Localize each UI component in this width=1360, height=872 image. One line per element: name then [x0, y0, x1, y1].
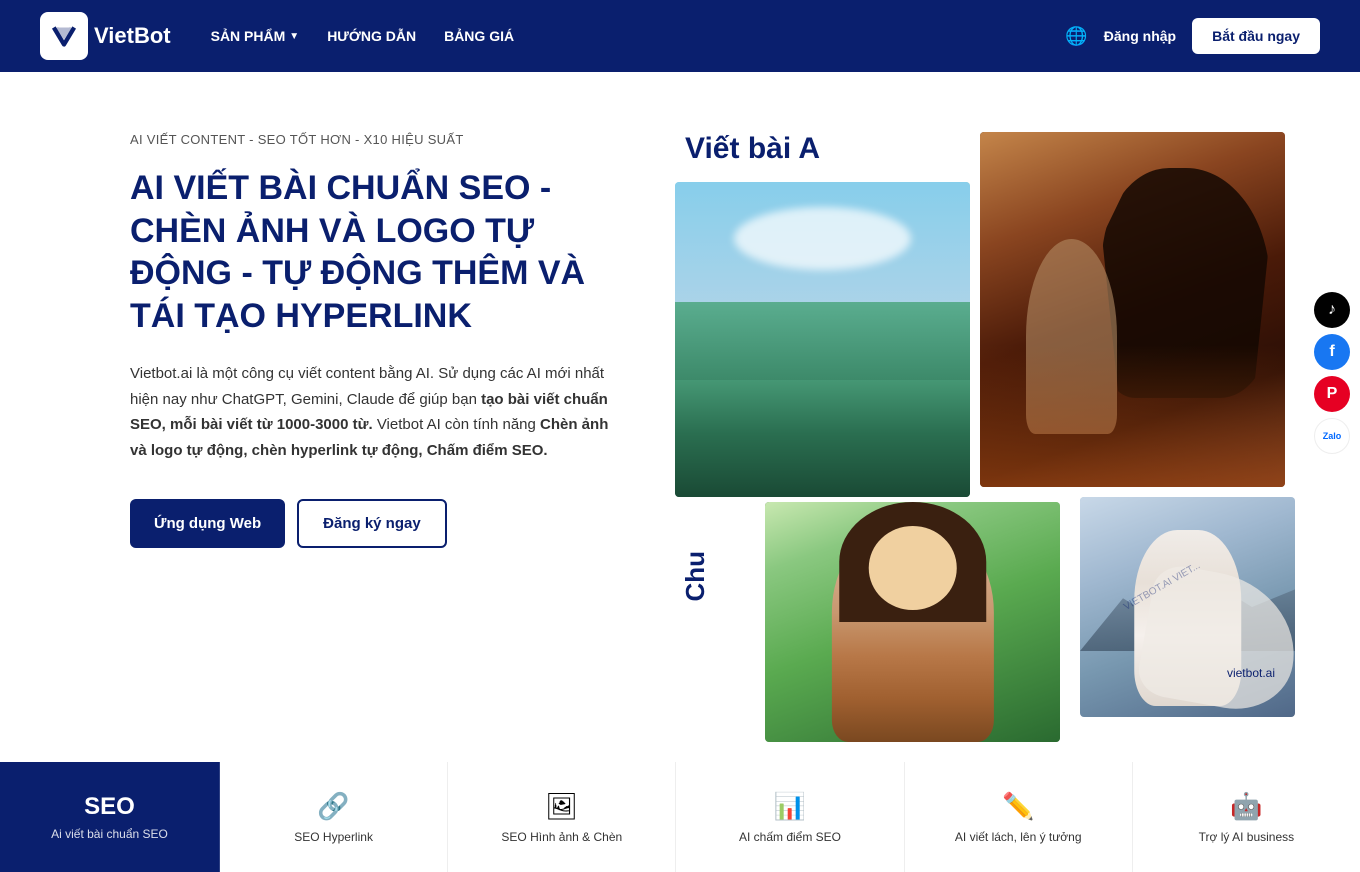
- img-box-anime-girl: [765, 502, 1060, 742]
- img-box-landscape: [675, 182, 970, 497]
- nav-bang-gia[interactable]: BẢNG GIÁ: [444, 28, 514, 44]
- hinh-anh-icon: 🖼: [545, 791, 578, 822]
- social-pinterest[interactable]: P: [1314, 376, 1350, 412]
- hero-description: Vietbot.ai là một công cụ viết content b…: [130, 361, 610, 463]
- features-list: 🔗 SEO Hyperlink 🖼 SEO Hình ảnh & Chèn 📊 …: [220, 762, 1360, 872]
- pinterest-icon: P: [1327, 385, 1338, 403]
- social-zalo[interactable]: Zalo: [1314, 418, 1350, 454]
- hero-section: AI VIẾT CONTENT - SEO TỐT HƠN - X10 HIỆU…: [0, 72, 1360, 752]
- tiktok-icon: ♪: [1328, 301, 1336, 319]
- chu-label: Chu: [680, 551, 711, 602]
- navbar-nav: SẢN PHẨM ▼ HƯỚNG DẪN BẢNG GIÁ: [211, 28, 1034, 44]
- social-tiktok[interactable]: ♪: [1314, 292, 1350, 328]
- img-box-portrait1: [980, 132, 1285, 487]
- feature-tro-ly[interactable]: 🤖 Trợ lý AI business: [1133, 762, 1360, 872]
- hero-collage: Viết bài A: [665, 112, 1305, 692]
- web-app-button[interactable]: Ứng dụng Web: [130, 499, 285, 548]
- logo-text: VietBot: [94, 23, 171, 49]
- social-facebook[interactable]: f: [1314, 334, 1350, 370]
- zalo-icon: Zalo: [1323, 431, 1342, 441]
- logo-icon: [40, 12, 88, 60]
- chevron-down-icon: ▼: [289, 31, 299, 42]
- feature-hinh-anh[interactable]: 🖼 SEO Hình ảnh & Chèn: [448, 762, 676, 872]
- feature-viet-lach[interactable]: ✏️ AI viết lách, lên ý tưởng: [905, 762, 1133, 872]
- feature-cham-diem[interactable]: 📊 AI chấm điểm SEO: [676, 762, 904, 872]
- navbar-right: 🌐 Đăng nhập Bắt đầu ngay: [1065, 18, 1320, 54]
- viet-lach-label: AI viết lách, lên ý tưởng: [955, 830, 1082, 844]
- hyperlink-label: SEO Hyperlink: [294, 830, 373, 844]
- viet-lach-icon: ✏️: [1002, 791, 1034, 822]
- hero-image-area: Viết bài A: [650, 112, 1320, 692]
- features-bar: SEO Ai viết bài chuẩn SEO 🔗 SEO Hyperlin…: [0, 762, 1360, 872]
- hero-content: AI VIẾT CONTENT - SEO TỐT HƠN - X10 HIỆU…: [130, 112, 610, 548]
- start-button[interactable]: Bắt đầu ngay: [1192, 18, 1320, 54]
- seo-subtitle: Ai viết bài chuẩn SEO: [51, 827, 168, 841]
- signup-button[interactable]: Đăng ký ngay: [297, 499, 447, 548]
- navbar: VietBot SẢN PHẨM ▼ HƯỚNG DẪN BẢNG GIÁ 🌐 …: [0, 0, 1360, 72]
- hero-subtitle: AI VIẾT CONTENT - SEO TỐT HƠN - X10 HIỆU…: [130, 132, 610, 147]
- hero-title: AI VIẾT BÀI CHUẨN SEO - CHÈN ẢNH VÀ LOGO…: [130, 167, 610, 337]
- hyperlink-icon: 🔗: [317, 791, 349, 822]
- viết-bài-label: Viết bài A: [685, 132, 820, 166]
- globe-icon: 🌐: [1065, 26, 1087, 47]
- social-sidebar: ♪ f P Zalo: [1314, 292, 1350, 454]
- hero-desc-plain2: Vietbot AI còn tính năng: [373, 416, 540, 433]
- tro-ly-icon: 🤖: [1230, 791, 1262, 822]
- facebook-icon: f: [1329, 343, 1334, 361]
- tro-ly-label: Trợ lý AI business: [1199, 830, 1294, 844]
- img-box-woman-white: [1080, 497, 1295, 717]
- nav-huong-dan[interactable]: HƯỚNG DẪN: [327, 28, 416, 44]
- logo-link[interactable]: VietBot: [40, 12, 171, 60]
- hero-buttons: Ứng dụng Web Đăng ký ngay: [130, 499, 610, 548]
- globe-button[interactable]: 🌐: [1065, 26, 1087, 47]
- vietbot-credit: vietbot.ai: [1227, 666, 1275, 680]
- hinh-anh-label: SEO Hình ảnh & Chèn: [501, 830, 622, 844]
- login-button[interactable]: Đăng nhập: [1104, 28, 1176, 44]
- nav-san-pham[interactable]: SẢN PHẨM ▼: [211, 28, 300, 44]
- cham-diem-label: AI chấm điểm SEO: [739, 830, 841, 844]
- feature-seo-block: SEO Ai viết bài chuẩn SEO: [0, 762, 220, 872]
- seo-title: SEO: [84, 793, 135, 821]
- cham-diem-icon: 📊: [774, 791, 806, 822]
- feature-hyperlink[interactable]: 🔗 SEO Hyperlink: [220, 762, 448, 872]
